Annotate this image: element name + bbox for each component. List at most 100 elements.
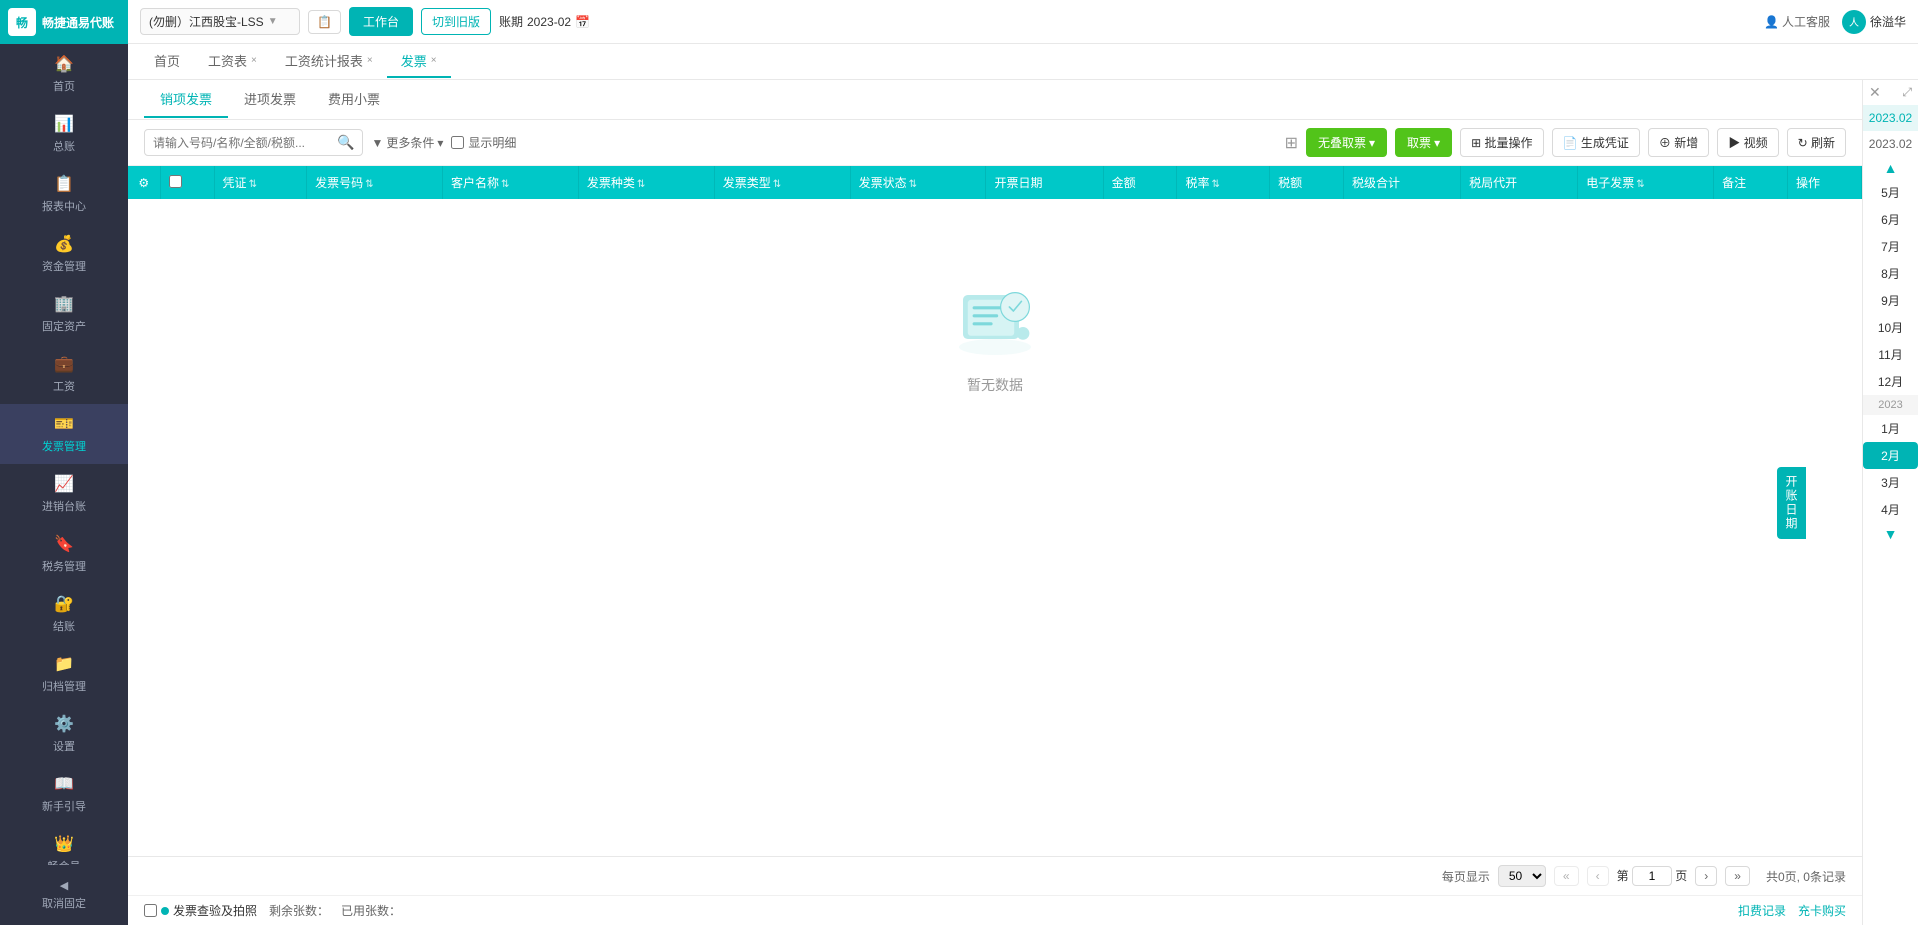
month-item-2023-2[interactable]: 2月	[1863, 442, 1918, 469]
tab-首页[interactable]: 首页	[140, 45, 194, 78]
search-wrap[interactable]: 🔍	[144, 129, 363, 156]
sidebar-item-工资[interactable]: 💼 工资	[0, 344, 128, 404]
footer-links: 扣费记录 充卡购买	[1738, 902, 1846, 919]
month-item-6[interactable]: 6月	[1863, 206, 1918, 233]
workbench-btn[interactable]: 工作台	[349, 7, 413, 36]
next-page-btn[interactable]: ›	[1695, 866, 1717, 886]
toolbar-right: ⊞ 无叠取票 ▾ 取票 ▾ ⊞ 批量操作	[1285, 128, 1846, 157]
tab-工资统计报表[interactable]: 工资统计报表×	[271, 45, 387, 78]
empty-state: 暂无数据	[128, 199, 1862, 475]
month-item-11[interactable]: 11月	[1863, 341, 1918, 368]
th-remark: 备注	[1714, 166, 1788, 199]
month-item-9[interactable]: 9月	[1863, 287, 1918, 314]
th-icon_col: ⚙	[128, 166, 160, 199]
tab-close-2[interactable]: ×	[367, 55, 373, 66]
right-panel-expand-icon[interactable]: ⤢	[1902, 85, 1912, 100]
new-btn[interactable]: ⊕ 新增	[1648, 128, 1709, 157]
user-menu[interactable]: 人 徐溢华	[1842, 10, 1906, 34]
tab-close-3[interactable]: ×	[431, 55, 437, 66]
sidebar-item-设置[interactable]: ⚙️ 设置	[0, 704, 128, 764]
switch-old-version-btn[interactable]: 切到旧版	[421, 8, 491, 35]
th-cert[interactable]: 凭证⇅	[214, 166, 307, 199]
th-e_invoice[interactable]: 电子发票⇅	[1578, 166, 1714, 199]
month-item-10[interactable]: 10月	[1863, 314, 1918, 341]
batch-ops-btn[interactable]: ⊞ 批量操作	[1460, 128, 1543, 157]
year-label-2023: 2023	[1863, 395, 1918, 415]
sidebar-item-资金管理[interactable]: 💰 资金管理	[0, 224, 128, 284]
first-page-btn[interactable]: «	[1554, 866, 1579, 886]
logo-text: 畅捷通易代账	[42, 14, 114, 31]
sidebar-item-固定资产[interactable]: 🏢 固定资产	[0, 284, 128, 344]
tab-close-1[interactable]: ×	[251, 55, 257, 66]
tab-发票[interactable]: 发票×	[387, 45, 451, 78]
search-input[interactable]	[153, 136, 333, 150]
month-item-5[interactable]: 5月	[1863, 179, 1918, 206]
sidebar-label-2: 报表中心	[42, 198, 86, 214]
deduction-record-link[interactable]: 扣费记录	[1738, 902, 1786, 919]
per-page-select[interactable]: 50	[1498, 865, 1546, 887]
subtab-0[interactable]: 销项发票	[144, 81, 228, 118]
scroll-down-icon[interactable]: ▼	[1863, 523, 1918, 545]
buy-card-link[interactable]: 充卡购买	[1798, 902, 1846, 919]
refresh-btn[interactable]: ↻ 刷新	[1787, 128, 1846, 157]
month-item-7[interactable]: 7月	[1863, 233, 1918, 260]
search-icon[interactable]: 🔍	[337, 134, 354, 151]
sidebar-item-发票管理[interactable]: 🎫 发票管理	[0, 404, 128, 464]
subtab-1[interactable]: 进项发票	[228, 81, 312, 118]
prev-page-btn[interactable]: ‹	[1587, 866, 1609, 886]
th-inv_type[interactable]: 发票种类⇅	[578, 166, 714, 199]
tab-工资表[interactable]: 工资表×	[194, 45, 271, 78]
th-invoice_no[interactable]: 发票号码⇅	[307, 166, 443, 199]
sidebar-item-畅会员[interactable]: 👑 畅会员	[0, 824, 128, 865]
month-item-2023-1[interactable]: 1月	[1863, 415, 1918, 442]
content-inner: 销项发票进项发票费用小票 🔍 ▼ 无叠取票 更多条件 ▾	[128, 80, 1862, 925]
customer-service-btn[interactable]: 👤 人工客服	[1764, 13, 1830, 30]
month-item-12[interactable]: 12月	[1863, 368, 1918, 395]
th-inv_status[interactable]: 发票状态⇅	[850, 166, 986, 199]
video-btn[interactable]: ▶ 视频	[1717, 128, 1778, 157]
copy-company-btn[interactable]: 📋	[308, 10, 341, 34]
show-detail-checkbox[interactable]: 显示明细	[451, 134, 516, 151]
scroll-up-icon[interactable]: ▲	[1863, 157, 1918, 179]
sidebar-item-总账[interactable]: 📊 总账	[0, 104, 128, 164]
sidebar-item-税务管理[interactable]: 🔖 税务管理	[0, 524, 128, 584]
subtab-2[interactable]: 费用小票	[312, 81, 396, 118]
th-customer[interactable]: 客户名称⇅	[443, 166, 579, 199]
sidebar-label-10: 归档管理	[42, 678, 86, 694]
sidebar: 畅 畅捷通易代账 🏠 首页 📊 总账 📋 报表中心 💰 资金管理 🏢 固定资产 …	[0, 0, 128, 925]
user-name: 徐溢华	[1870, 13, 1906, 30]
select-all-checkbox[interactable]	[169, 175, 182, 188]
sidebar-item-结账[interactable]: 🔐 结账	[0, 584, 128, 644]
date-year-2023-02-2[interactable]: 2023.02	[1863, 131, 1918, 157]
filter-icon: ▼	[371, 136, 383, 150]
sidebar-item-新手引导[interactable]: 📖 新手引导	[0, 764, 128, 824]
th-tax_rate[interactable]: 税率⇅	[1177, 166, 1270, 199]
open-period-btn[interactable]: 开账日期	[1777, 467, 1806, 539]
sidebar-item-报表中心[interactable]: 📋 报表中心	[0, 164, 128, 224]
date-year-2023-02-1[interactable]: 2023.02	[1863, 105, 1918, 131]
company-selector[interactable]: (勿删）江西股宝-LSS ▼	[140, 8, 300, 35]
month-item-8[interactable]: 8月	[1863, 260, 1918, 287]
month-item-2023-4[interactable]: 4月	[1863, 496, 1918, 523]
generate-cert-btn[interactable]: 📄 生成凭证	[1552, 128, 1640, 157]
right-panel-close-icon[interactable]: ✕	[1869, 84, 1881, 101]
sidebar-bottom: ◀ 取消固定	[0, 865, 128, 925]
month-item-2023-3[interactable]: 3月	[1863, 469, 1918, 496]
sidebar-item-首页[interactable]: 🏠 首页	[0, 44, 128, 104]
grid-view-icon[interactable]: ⊞	[1285, 133, 1298, 153]
sidebar-icon-6: 🎫	[54, 414, 74, 434]
last-page-btn[interactable]: »	[1725, 866, 1750, 886]
page-input[interactable]	[1632, 866, 1672, 886]
show-detail-input[interactable]	[451, 136, 464, 149]
sidebar-unpin-btn[interactable]: ◀ 取消固定	[8, 873, 120, 917]
settings-icon[interactable]: ⚙	[138, 176, 149, 190]
sidebar-item-归档管理[interactable]: 📁 归档管理	[0, 644, 128, 704]
ticket-btn[interactable]: 取票 ▾	[1395, 128, 1452, 157]
no-ticket-btn[interactable]: 无叠取票 ▾	[1306, 128, 1387, 157]
sidebar-item-进销台账[interactable]: 📈 进销台账	[0, 464, 128, 524]
th-inv_category[interactable]: 发票类型⇅	[714, 166, 850, 199]
invoice-verify-check[interactable]: 发票查验及拍照	[144, 902, 257, 919]
invoice-table-wrap: ⚙凭证⇅发票号码⇅客户名称⇅发票种类⇅发票类型⇅发票状态⇅开票日期金额税率⇅税额…	[128, 166, 1862, 856]
invoice-verify-checkbox[interactable]	[144, 904, 157, 917]
more-filter-btn[interactable]: ▼ 无叠取票 更多条件 ▾	[371, 134, 443, 151]
